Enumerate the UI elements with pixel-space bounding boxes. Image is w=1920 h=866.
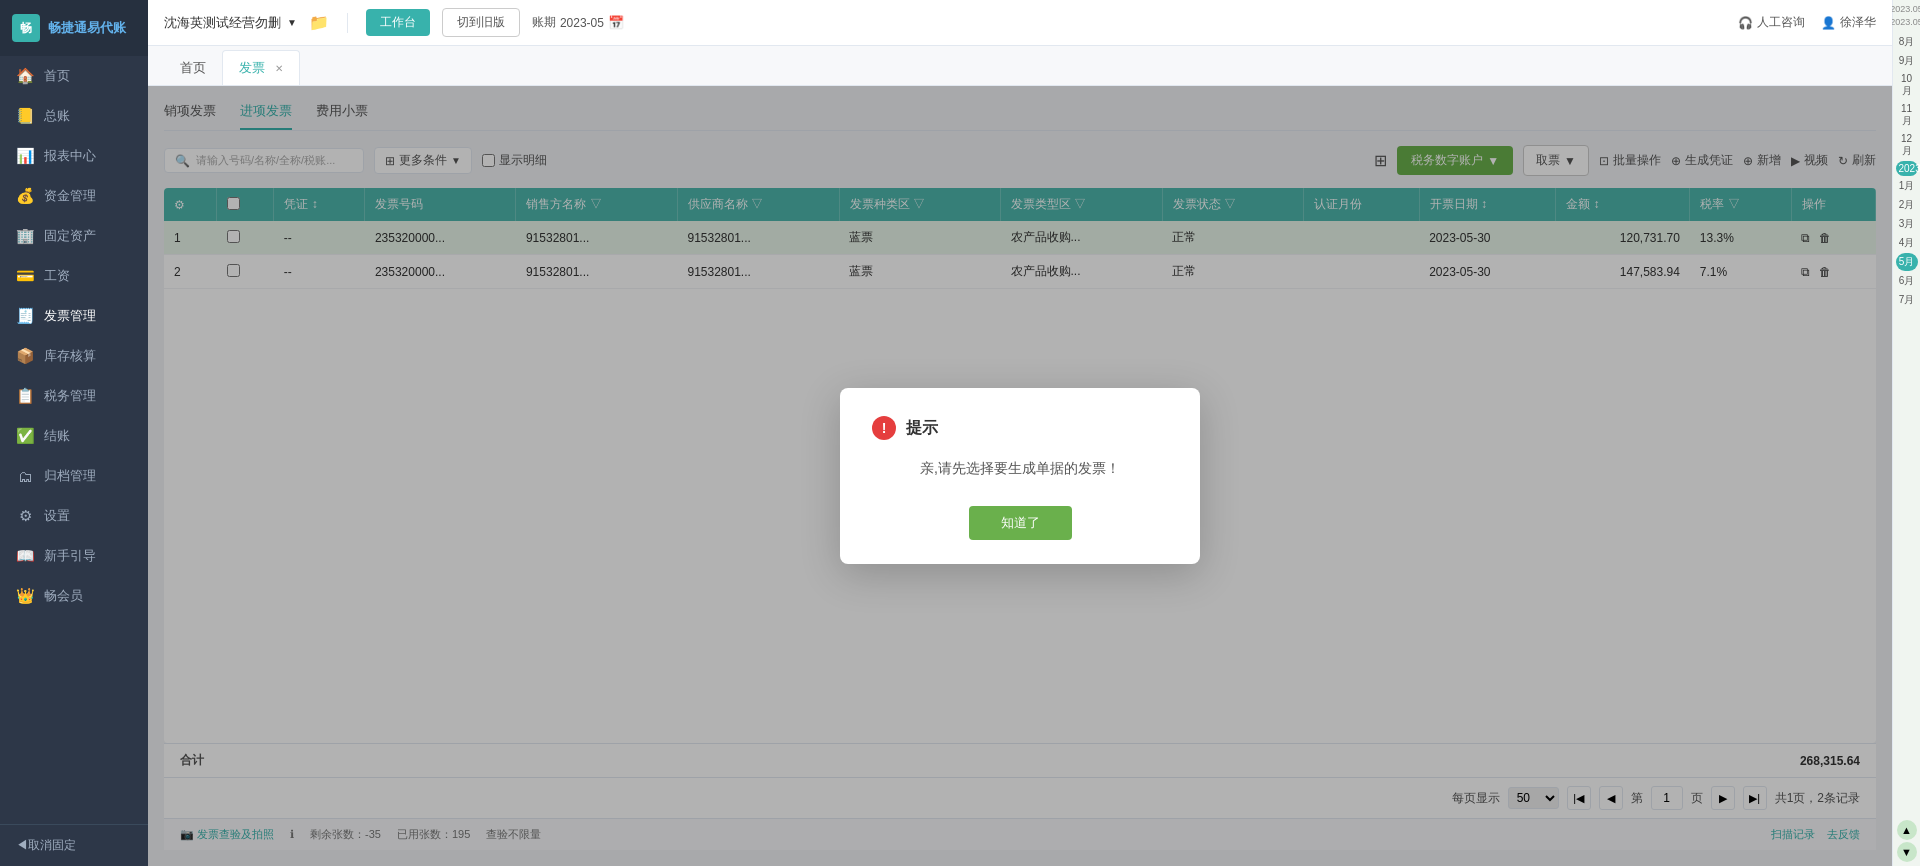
warning-icon: ! <box>872 416 896 440</box>
period-selector-label2: 2023.05 <box>1890 17 1920 28</box>
sidebar-item-label: 总账 <box>44 107 70 125</box>
content-area: 销项发票 进项发票 费用小票 🔍 请输入号码/名称/全称/税账... ⊞ 更多条… <box>148 86 1892 866</box>
month-list: 8月9月10月11月12月20231月2月3月4月5月6月7月 <box>1896 32 1918 310</box>
sidebar-item-reports[interactable]: 📊 报表中心 <box>0 136 148 176</box>
sidebar-item-label: 畅会员 <box>44 587 83 605</box>
tabbar: 首页 发票 ✕ <box>148 46 1892 86</box>
user-icon: 👤 <box>1821 16 1836 30</box>
sidebar-item-label: 设置 <box>44 507 70 525</box>
sidebar-item-home[interactable]: 🏠 首页 <box>0 56 148 96</box>
month-selector[interactable]: 6月 <box>1896 272 1918 290</box>
workspace-button[interactable]: 工作台 <box>366 9 430 36</box>
month-selector[interactable]: 2月 <box>1896 196 1918 214</box>
inventory-icon: 📦 <box>16 347 34 365</box>
modal-dialog: ! 提示 亲,请先选择要生成单据的发票！ 知道了 <box>840 388 1200 564</box>
month-selector[interactable]: 12月 <box>1896 131 1918 160</box>
month-selector[interactable]: 10月 <box>1896 71 1918 100</box>
sidebar-item-inventory[interactable]: 📦 库存核算 <box>0 336 148 376</box>
panel-nav-buttons: ▲ ▼ <box>1897 820 1917 862</box>
sidebar-item-invoice[interactable]: 🧾 发票管理 <box>0 296 148 336</box>
sidebar-item-label: 报表中心 <box>44 147 96 165</box>
tab-close-icon[interactable]: ✕ <box>275 63 283 74</box>
modal-footer: 知道了 <box>872 506 1168 540</box>
sidebar-item-finance[interactable]: 💰 资金管理 <box>0 176 148 216</box>
scroll-down-button[interactable]: ▼ <box>1897 842 1917 862</box>
switch-version-button[interactable]: 切到旧版 <box>442 8 520 37</box>
assets-icon: 🏢 <box>16 227 34 245</box>
sidebar: 畅 畅捷通易代账 🏠 首页 📒 总账 📊 报表中心 💰 资金管理 🏢 固定资产 … <box>0 0 148 866</box>
scroll-up-button[interactable]: ▲ <box>1897 820 1917 840</box>
invoice-icon: 🧾 <box>16 307 34 325</box>
logo-area: 畅 畅捷通易代账 <box>0 0 148 56</box>
sidebar-item-tax[interactable]: 📋 税务管理 <box>0 376 148 416</box>
user-profile[interactable]: 👤 徐泽华 <box>1821 14 1876 31</box>
topbar: 沈海英测试经营勿删 ▼ 📁 工作台 切到旧版 账期 2023-05 📅 🎧 人工… <box>148 0 1892 46</box>
sidebar-item-member[interactable]: 👑 畅会员 <box>0 576 148 616</box>
member-icon: 👑 <box>16 587 34 605</box>
calendar-icon[interactable]: 📅 <box>608 15 624 30</box>
sidebar-item-label: 工资 <box>44 267 70 285</box>
modal-message: 亲,请先选择要生成单据的发票！ <box>920 460 1120 476</box>
reports-icon: 📊 <box>16 147 34 165</box>
main-area: 沈海英测试经营勿删 ▼ 📁 工作台 切到旧版 账期 2023-05 📅 🎧 人工… <box>148 0 1892 866</box>
close-accounts-icon: ✅ <box>16 427 34 445</box>
help-button[interactable]: 🎧 人工咨询 <box>1738 14 1805 31</box>
sidebar-item-salary[interactable]: 💳 工资 <box>0 256 148 296</box>
month-selector[interactable]: 5月 <box>1896 253 1918 271</box>
sidebar-item-label: 归档管理 <box>44 467 96 485</box>
sidebar-item-archive[interactable]: 🗂 归档管理 <box>0 456 148 496</box>
divider <box>347 13 348 33</box>
month-selector[interactable]: 1月 <box>1896 177 1918 195</box>
right-period-panel: 2023.05 2023.05 8月9月10月11月12月20231月2月3月4… <box>1892 0 1920 866</box>
finance-icon: 💰 <box>16 187 34 205</box>
sidebar-item-label: 税务管理 <box>44 387 96 405</box>
sidebar-item-label: 新手引导 <box>44 547 96 565</box>
company-name: 沈海英测试经营勿删 <box>164 14 281 32</box>
month-selector[interactable]: 9月 <box>1896 52 1918 70</box>
month-selector[interactable]: 3月 <box>1896 215 1918 233</box>
guide-icon: 📖 <box>16 547 34 565</box>
month-selector[interactable]: 11月 <box>1896 101 1918 130</box>
home-icon: 🏠 <box>16 67 34 85</box>
modal-confirm-button[interactable]: 知道了 <box>969 506 1072 540</box>
month-selector[interactable]: 4月 <box>1896 234 1918 252</box>
chevron-down-icon: ▼ <box>287 17 297 28</box>
logo-text: 畅捷通易代账 <box>48 19 126 37</box>
ledger-icon: 📒 <box>16 107 34 125</box>
sidebar-item-label: 固定资产 <box>44 227 96 245</box>
sidebar-item-label: 资金管理 <box>44 187 96 205</box>
topbar-right: 🎧 人工咨询 👤 徐泽华 <box>1738 14 1876 31</box>
archive-icon: 🗂 <box>16 468 34 485</box>
sidebar-item-label: 库存核算 <box>44 347 96 365</box>
month-selector[interactable]: 8月 <box>1896 33 1918 51</box>
sidebar-item-label: 首页 <box>44 67 70 85</box>
period-display: 账期 2023-05 📅 <box>532 14 624 31</box>
tab-home[interactable]: 首页 <box>164 51 222 85</box>
sidebar-item-label: 发票管理 <box>44 307 96 325</box>
year-selector[interactable]: 2023 <box>1896 161 1918 176</box>
sidebar-item-label: 结账 <box>44 427 70 445</box>
sidebar-item-close[interactable]: ✅ 结账 <box>0 416 148 456</box>
salary-icon: 💳 <box>16 267 34 285</box>
modal-body: 亲,请先选择要生成单据的发票！ <box>872 460 1168 478</box>
period-selector-label: 2023.05 <box>1890 4 1920 15</box>
modal-title-area: ! 提示 <box>872 416 1168 440</box>
sidebar-item-settings[interactable]: ⚙ 设置 <box>0 496 148 536</box>
tax-icon: 📋 <box>16 387 34 405</box>
settings-icon: ⚙ <box>16 507 34 525</box>
logo-icon: 畅 <box>12 14 40 42</box>
sidebar-item-assets[interactable]: 🏢 固定资产 <box>0 216 148 256</box>
archive-book-icon: 📁 <box>309 13 329 32</box>
modal-overlay[interactable]: ! 提示 亲,请先选择要生成单据的发票！ 知道了 <box>148 86 1892 866</box>
sidebar-item-ledger[interactable]: 📒 总账 <box>0 96 148 136</box>
company-selector[interactable]: 沈海英测试经营勿删 ▼ <box>164 14 297 32</box>
tab-invoice[interactable]: 发票 ✕ <box>222 50 300 85</box>
modal-title-text: 提示 <box>906 418 938 439</box>
cancel-fixed-btn[interactable]: ◀取消固定 <box>0 824 148 866</box>
headset-icon: 🎧 <box>1738 16 1753 30</box>
cancel-fixed-label: ◀取消固定 <box>16 837 76 854</box>
sidebar-item-guide[interactable]: 📖 新手引导 <box>0 536 148 576</box>
month-selector[interactable]: 7月 <box>1896 291 1918 309</box>
